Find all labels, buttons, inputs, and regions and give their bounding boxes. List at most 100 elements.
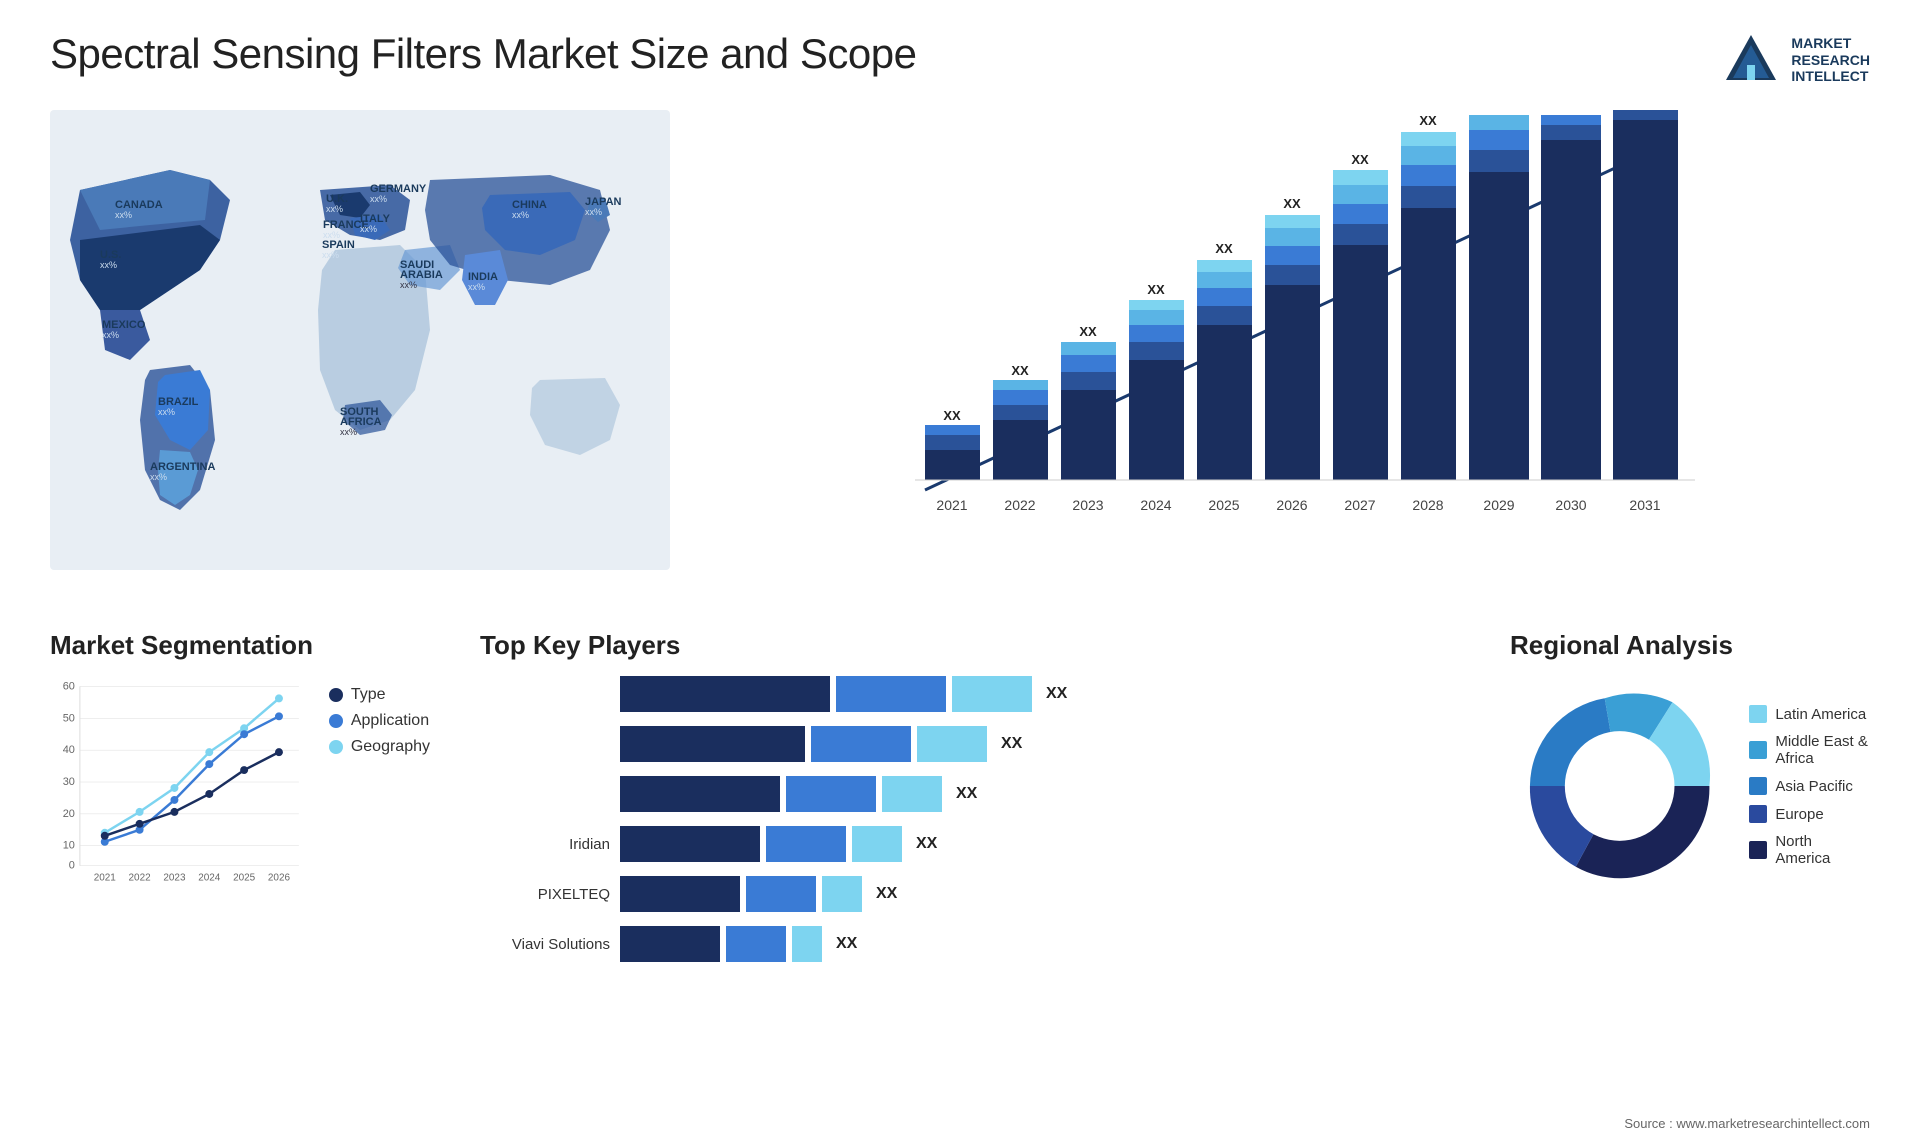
player-bar-iridian: XX (620, 826, 937, 862)
svg-text:XX: XX (1215, 241, 1233, 256)
svg-text:xx%: xx% (468, 282, 485, 292)
legend-application-dot (329, 714, 343, 728)
latin-america-color (1749, 705, 1767, 723)
north-america-label: North America (1775, 833, 1870, 867)
player-name-iridian: Iridian (480, 836, 610, 853)
north-america-color (1749, 841, 1767, 859)
svg-text:xx%: xx% (585, 207, 602, 217)
svg-text:50: 50 (63, 712, 75, 724)
player-label-viavi: XX (836, 935, 857, 953)
player-row-iridian: Iridian XX (480, 826, 1470, 862)
legend-europe: Europe (1749, 805, 1870, 823)
europe-color (1749, 805, 1767, 823)
svg-text:xx%: xx% (322, 250, 339, 260)
svg-text:2024: 2024 (198, 873, 221, 884)
player-bar-pixelteq: XX (620, 876, 897, 912)
mea-color (1749, 741, 1767, 759)
svg-text:XX: XX (1011, 363, 1029, 378)
legend-north-america: North America (1749, 833, 1870, 867)
player-name-pixelteq: PIXELTEQ (480, 886, 610, 903)
svg-text:60: 60 (63, 680, 75, 692)
latin-america-label: Latin America (1775, 706, 1866, 723)
legend-application-label: Application (351, 712, 429, 730)
svg-text:XX: XX (1490, 110, 1508, 113)
svg-text:20: 20 (63, 808, 75, 820)
svg-text:XX: XX (1562, 110, 1580, 111)
legend-geography: Geography (329, 738, 430, 756)
player-row-3: XX (480, 776, 1470, 812)
svg-text:XX: XX (943, 408, 961, 423)
player-label-pixelteq: XX (876, 885, 897, 903)
svg-text:xx%: xx% (115, 210, 132, 220)
donut-chart-svg (1510, 676, 1729, 896)
key-players-title: Top Key Players (480, 630, 1470, 661)
svg-text:40: 40 (63, 744, 75, 756)
bar-chart-section: XX 2021 XX 2022 XX 2023 (690, 110, 1870, 590)
svg-text:xx%: xx% (150, 472, 167, 482)
key-players-section: Top Key Players XX (450, 630, 1470, 1130)
asia-pacific-label: Asia Pacific (1775, 778, 1853, 795)
svg-text:xx%: xx% (100, 260, 117, 270)
svg-text:XX: XX (1419, 113, 1437, 128)
donut-container: Latin America Middle East &Africa Asia P… (1510, 676, 1870, 896)
svg-text:xx%: xx% (370, 194, 387, 204)
svg-text:XX: XX (1147, 282, 1165, 297)
svg-text:2030: 2030 (1555, 497, 1586, 513)
player-row-1: XX (480, 676, 1470, 712)
svg-text:2026: 2026 (1276, 497, 1307, 513)
svg-text:2021: 2021 (94, 873, 117, 884)
logo-line1: MARKET (1791, 35, 1870, 52)
player-label-2: XX (1001, 735, 1022, 753)
svg-text:10: 10 (63, 840, 75, 852)
player-name-viavi: Viavi Solutions (480, 936, 610, 953)
player-row-pixelteq: PIXELTEQ XX (480, 876, 1470, 912)
player-label-3: XX (956, 785, 977, 803)
legend-mea: Middle East &Africa (1749, 733, 1870, 767)
segmentation-chart-svg: 60 50 40 30 20 10 0 2021 2022 2023 2024 … (50, 676, 309, 896)
segmentation-legend: Type Application Geography (329, 686, 430, 764)
regional-legend: Latin America Middle East &Africa Asia P… (1749, 705, 1870, 867)
svg-text:0: 0 (69, 860, 75, 872)
legend-application: Application (329, 712, 430, 730)
europe-label: Europe (1775, 806, 1823, 823)
player-row-viavi: Viavi Solutions XX (480, 926, 1470, 962)
legend-asia-pacific: Asia Pacific (1749, 777, 1870, 795)
player-label-iridian: XX (916, 835, 937, 853)
logo-line3: INTELLECT (1791, 68, 1870, 85)
player-bar-viavi: XX (620, 926, 857, 962)
player-bar-1: XX (620, 676, 1067, 712)
svg-text:2028: 2028 (1412, 497, 1443, 513)
page-container: Spectral Sensing Filters Market Size and… (0, 0, 1920, 1146)
svg-text:2025: 2025 (233, 873, 256, 884)
svg-text:30: 30 (63, 776, 75, 788)
svg-text:xx%: xx% (340, 427, 357, 437)
legend-type: Type (329, 686, 430, 704)
svg-text:2024: 2024 (1140, 497, 1171, 513)
main-content: CANADA xx% U.S. xx% MEXICO xx% BRAZIL xx… (50, 110, 1870, 610)
legend-type-label: Type (351, 686, 386, 704)
map-section: CANADA xx% U.S. xx% MEXICO xx% BRAZIL xx… (50, 110, 670, 590)
header: Spectral Sensing Filters Market Size and… (50, 30, 1870, 90)
player-label-1: XX (1046, 685, 1067, 703)
player-row-2: XX (480, 726, 1470, 762)
svg-text:2022: 2022 (1004, 497, 1035, 513)
main-bar-chart-svg: XX 2021 XX 2022 XX 2023 (690, 110, 1870, 570)
regional-title: Regional Analysis (1510, 630, 1870, 661)
svg-text:2021: 2021 (936, 497, 967, 513)
legend-latin-america: Latin America (1749, 705, 1870, 723)
svg-text:2023: 2023 (163, 873, 186, 884)
svg-text:2025: 2025 (1208, 497, 1239, 513)
logo-text: MARKET RESEARCH INTELLECT (1791, 35, 1870, 85)
svg-text:xx%: xx% (512, 210, 529, 220)
asia-pacific-color (1749, 777, 1767, 795)
source-text: Source : www.marketresearchintellect.com (1624, 1116, 1870, 1131)
bottom-section: Market Segmentation 60 50 40 30 (50, 630, 1870, 1130)
svg-text:xx%: xx% (102, 330, 119, 340)
svg-text:xx%: xx% (326, 204, 343, 214)
mea-label: Middle East &Africa (1775, 733, 1868, 767)
svg-text:xx%: xx% (400, 280, 417, 290)
regional-section: Regional Analysis (1490, 630, 1870, 1130)
segmentation-title: Market Segmentation (50, 630, 430, 661)
svg-text:XX: XX (1283, 196, 1301, 211)
player-bar-3: XX (620, 776, 977, 812)
